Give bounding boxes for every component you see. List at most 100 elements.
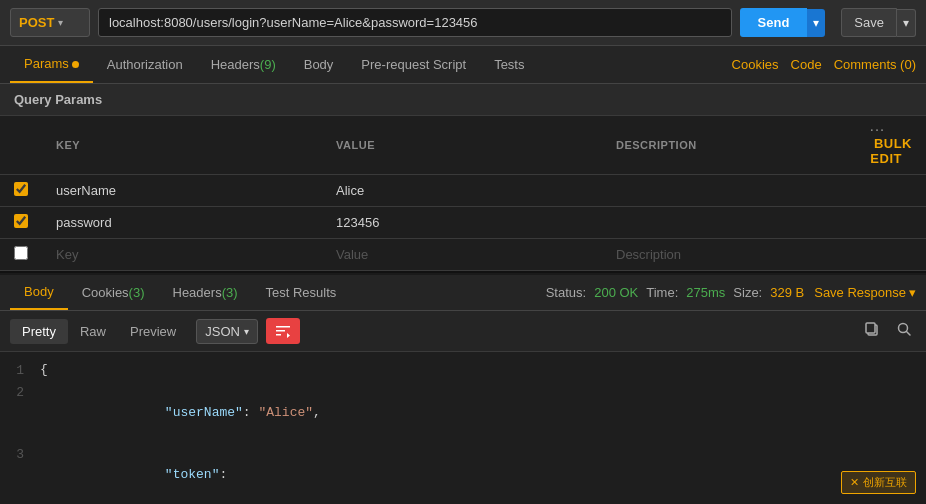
tab-tests[interactable]: Tests (480, 47, 538, 82)
row1-actions (856, 175, 926, 207)
tab-prerequest[interactable]: Pre-request Script (347, 47, 480, 82)
svg-rect-1 (866, 323, 875, 333)
time-label: Time: (646, 285, 678, 300)
line-num-3: 3 (0, 444, 40, 466)
row3-key-placeholder[interactable]: Key (42, 239, 322, 271)
wrap-button[interactable] (266, 318, 300, 344)
save-response-button[interactable]: Save Response ▾ (814, 285, 916, 300)
request-tab-bar: Params Authorization Headers(9) Body Pre… (0, 46, 926, 84)
line-content-2: "userName": "Alice", (40, 382, 926, 444)
row2-desc[interactable] (602, 207, 856, 239)
cookies-count-badge: (3) (129, 285, 145, 300)
row3-value-placeholder[interactable]: Value (322, 239, 602, 271)
main-layout: Params Authorization Headers(9) Body Pre… (0, 46, 926, 493)
json-content-area: 1 { 2 "userName": "Alice", 3 "token": (0, 352, 926, 504)
tab-authorization[interactable]: Authorization (93, 47, 197, 82)
view-tab-raw[interactable]: Raw (68, 319, 118, 344)
row2-checkbox[interactable] (14, 214, 28, 228)
comments-link[interactable]: Comments (0) (834, 57, 916, 72)
btab-body[interactable]: Body (10, 275, 68, 310)
row3-desc-placeholder[interactable]: Description (602, 239, 856, 271)
status-label: Status: (546, 285, 586, 300)
tab-params[interactable]: Params (10, 46, 93, 83)
json-line-1: 1 { (0, 360, 926, 382)
row1-desc[interactable] (602, 175, 856, 207)
top-section: Params Authorization Headers(9) Body Pre… (0, 46, 926, 273)
row1-checkbox[interactable] (14, 182, 28, 196)
time-value: 275ms (686, 285, 725, 300)
watermark-text: 创新互联 (863, 475, 907, 490)
tab-headers[interactable]: Headers(9) (197, 47, 290, 82)
code-link[interactable]: Code (791, 57, 822, 72)
method-arrow-icon: ▾ (58, 17, 63, 28)
watermark: ✕ 创新互联 (841, 471, 916, 494)
tab-bar-right: Cookies Code Comments (0) (732, 57, 916, 72)
line-num-1: 1 (0, 360, 40, 382)
row2-value[interactable]: 123456 (322, 207, 602, 239)
view-format-tabs: Pretty Raw Preview JSON ▾ (0, 311, 926, 352)
row2-checkbox-cell (0, 207, 42, 239)
params-dot (72, 61, 79, 68)
btab-test-results[interactable]: Test Results (252, 276, 351, 309)
view-tabs-actions (860, 317, 916, 345)
format-arrow-icon: ▾ (244, 326, 249, 337)
copy-icon (864, 321, 880, 337)
search-icon (896, 321, 912, 337)
size-label: Size: (733, 285, 762, 300)
svg-line-3 (907, 332, 911, 336)
save-dropdown-button[interactable]: ▾ (897, 9, 916, 37)
send-button[interactable]: Send (740, 8, 808, 37)
view-tab-preview[interactable]: Preview (118, 319, 188, 344)
cookies-link[interactable]: Cookies (732, 57, 779, 72)
status-value: 200 OK (594, 285, 638, 300)
url-bar: POST ▾ Send ▾ Save ▾ (0, 0, 926, 46)
copy-button[interactable] (860, 317, 884, 345)
json-line-2: 2 "userName": "Alice", (0, 382, 926, 444)
size-value: 329 B (770, 285, 804, 300)
response-tab-bar: Body Cookies(3) Headers(3) Test Results … (0, 273, 926, 311)
response-tab-bar-right: Status: 200 OK Time: 275ms Size: 329 B S… (546, 285, 916, 300)
wrap-icon (275, 323, 291, 339)
three-dots-icon[interactable]: ··· (870, 124, 885, 136)
row3-checkbox-cell (0, 239, 42, 271)
json-line-3: 3 "token": (0, 444, 926, 504)
btab-headers[interactable]: Headers(3) (159, 276, 252, 309)
line-num-2: 2 (0, 382, 40, 404)
json-val-username: "Alice" (258, 405, 313, 420)
send-btn-group: Send ▾ (740, 8, 826, 37)
row2-key[interactable]: password (42, 207, 322, 239)
method-selector[interactable]: POST ▾ (10, 8, 90, 37)
row3-checkbox[interactable] (14, 246, 28, 260)
send-dropdown-button[interactable]: ▾ (807, 9, 825, 37)
format-selector[interactable]: JSON ▾ (196, 319, 258, 344)
save-button[interactable]: Save (841, 8, 897, 37)
save-btn-group: Save ▾ (841, 8, 916, 37)
btab-cookies[interactable]: Cookies(3) (68, 276, 159, 309)
view-tab-pretty[interactable]: Pretty (10, 319, 68, 344)
response-status-info: Status: 200 OK Time: 275ms Size: 329 B (546, 285, 805, 300)
url-input[interactable] (98, 8, 732, 37)
resp-headers-badge: (3) (222, 285, 238, 300)
response-body-viewer: Pretty Raw Preview JSON ▾ (0, 311, 926, 504)
bulk-edit-link[interactable]: Bulk Edit (870, 136, 912, 166)
headers-badge: (9) (260, 57, 276, 72)
tab-body[interactable]: Body (290, 47, 348, 82)
line-content-3: "token": (40, 444, 926, 504)
json-output: 1 { 2 "userName": "Alice", 3 "token": (0, 352, 926, 504)
params-table: KEY VALUE DESCRIPTION ··· Bulk Edit user… (0, 116, 926, 271)
row1-value[interactable]: Alice (322, 175, 602, 207)
json-key-username: "userName" (165, 405, 243, 420)
search-button[interactable] (892, 317, 916, 345)
col-actions-header: ··· Bulk Edit (856, 116, 926, 175)
row1-key[interactable]: userName (42, 175, 322, 207)
table-row: password 123456 (0, 207, 926, 239)
response-tab-bar-left: Body Cookies(3) Headers(3) Test Results (10, 275, 546, 310)
tab-bar-left: Params Authorization Headers(9) Body Pre… (10, 46, 732, 83)
table-row-empty: Key Value Description (0, 239, 926, 271)
save-response-arrow-icon: ▾ (909, 285, 916, 300)
col-key-header: KEY (42, 116, 322, 175)
watermark-icon: ✕ (850, 476, 859, 489)
line-content-1: { (40, 360, 926, 381)
method-label: POST (19, 15, 54, 30)
query-params-header: Query Params (0, 84, 926, 116)
